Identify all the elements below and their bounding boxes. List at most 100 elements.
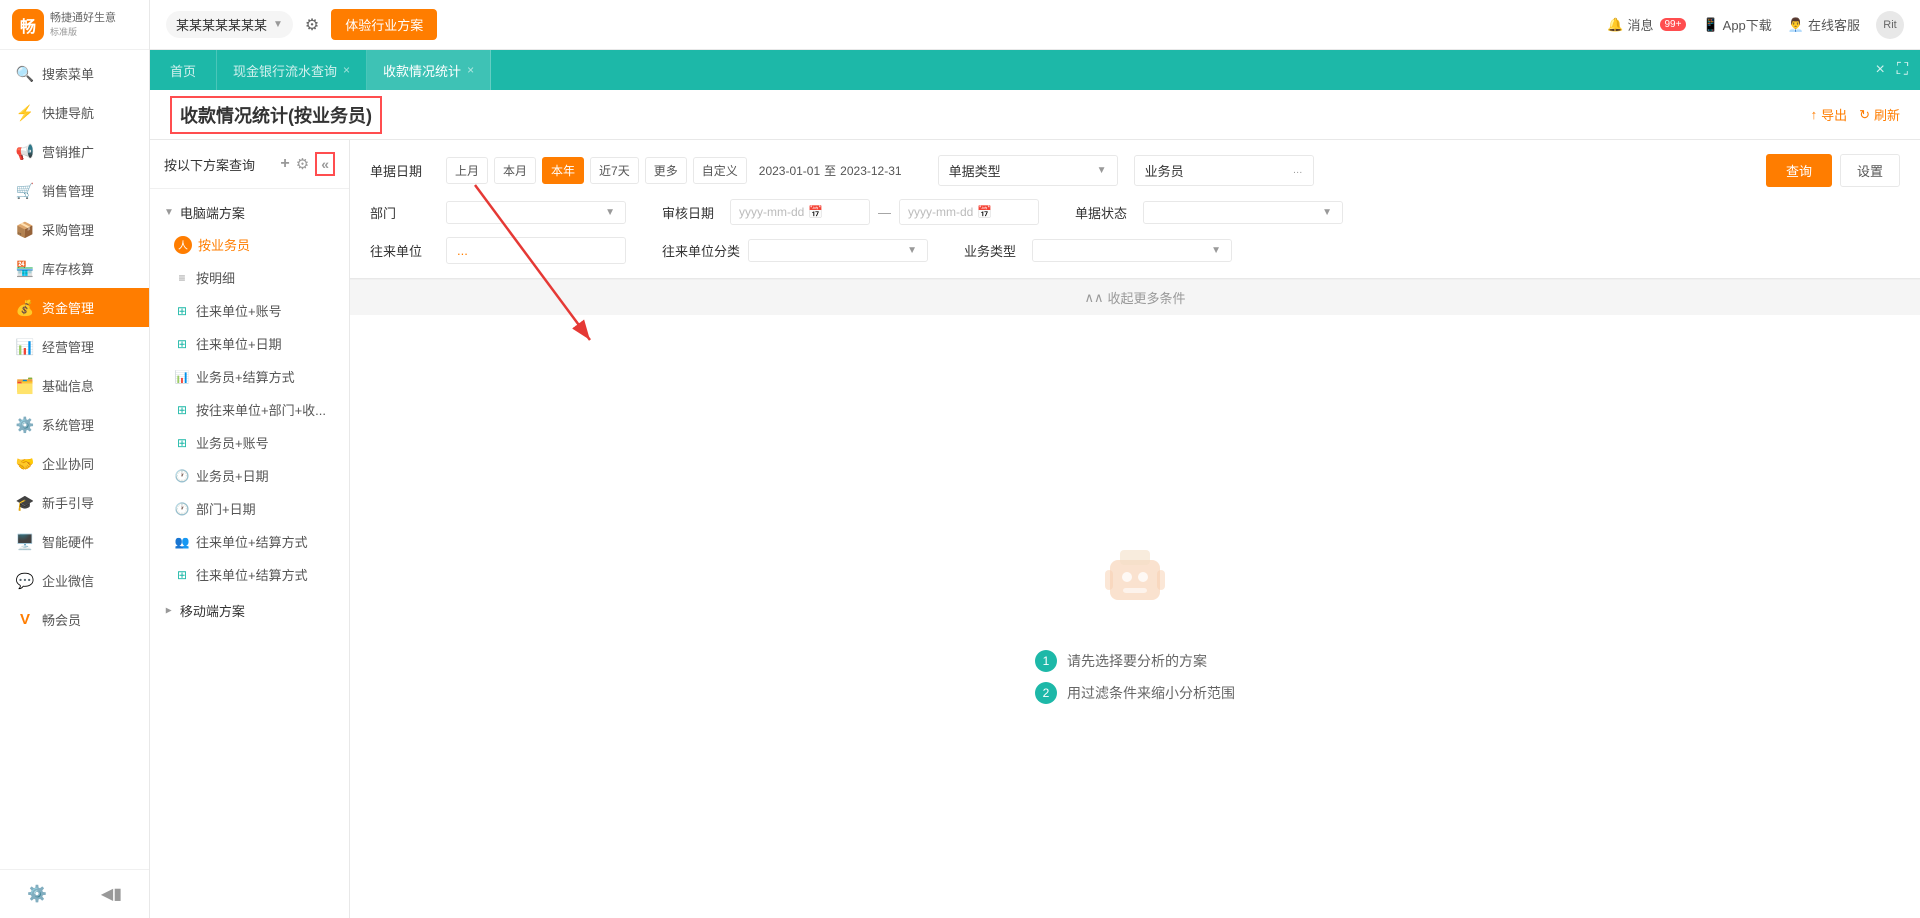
sidebar-item-wechat[interactable]: 💬 企业微信	[0, 561, 149, 600]
sidebar-item-quicknav[interactable]: ⚡ 快捷导航	[0, 93, 149, 132]
review-date-label: 审核日期	[662, 203, 722, 222]
detail-scheme-icon: ≡	[174, 270, 190, 286]
sidebar-item-guide[interactable]: 🎓 新手引导	[0, 483, 149, 522]
finance-icon: 💰	[16, 299, 34, 317]
date-btn-custom[interactable]: 自定义	[693, 157, 747, 184]
partner-category-select[interactable]: ▼	[748, 239, 928, 262]
tab-expand-icon[interactable]: ⛶	[1897, 61, 1908, 79]
scheme-salesperson-account[interactable]: ⊞ 业务员+账号	[150, 426, 349, 459]
scheme-label: 业务员+结算方式	[196, 367, 295, 386]
review-date-to-placeholder: yyyy-mm-dd	[908, 205, 973, 219]
tab-receipt[interactable]: 收款情况统计 ×	[367, 50, 491, 90]
scheme-salesperson-payment[interactable]: 📊 业务员+结算方式	[150, 360, 349, 393]
bill-type-label: 单据类型	[949, 161, 1001, 180]
business-type-dropdown-arrow-icon: ▼	[1211, 245, 1221, 256]
partner-category-label: 往来单位分类	[662, 241, 740, 260]
review-date-to[interactable]: yyyy-mm-dd 📅	[899, 199, 1039, 225]
filter-row-2: 部门 ▼ 审核日期 yyyy-mm-dd 📅 —	[370, 199, 1900, 225]
bill-type-select[interactable]: 单据类型 ▼	[938, 155, 1118, 186]
header-settings-icon[interactable]: ⚙	[305, 15, 319, 35]
query-button[interactable]: 查询	[1766, 154, 1832, 187]
partner-select[interactable]: ...	[446, 237, 626, 264]
tab-bank[interactable]: 现金银行流水查询 ×	[217, 50, 367, 90]
collapse-sidebar-btn[interactable]: ◀▮	[95, 878, 128, 910]
settings-button[interactable]: 设置	[1840, 154, 1900, 187]
sidebar-item-sales[interactable]: 🛒 销售管理	[0, 171, 149, 210]
sidebar-item-marketing[interactable]: 📢 营销推广	[0, 132, 149, 171]
sidebar-item-member[interactable]: V 畅会员	[0, 600, 149, 639]
business-type-select[interactable]: ▼	[1032, 239, 1232, 262]
trial-button[interactable]: 体验行业方案	[331, 9, 437, 40]
scheme-settings-icon[interactable]: ⚙	[296, 155, 309, 173]
date-btn-this-month[interactable]: 本月	[494, 157, 536, 184]
user-info[interactable]: 某某某某某某某 ▼	[166, 11, 293, 38]
marketing-icon: 📢	[16, 143, 34, 161]
dept-select[interactable]: ▼	[446, 201, 626, 224]
scheme-partner-dept-receipt[interactable]: ⊞ 按往来单位+部门+收...	[150, 393, 349, 426]
download-icon: 📱	[1702, 17, 1718, 33]
sidebar-item-system[interactable]: ⚙️ 系统管理	[0, 405, 149, 444]
online-service-btn[interactable]: 👨‍💼 在线客服	[1788, 15, 1860, 34]
date-btn-this-year[interactable]: 本年	[542, 157, 584, 184]
collapse-more-button[interactable]: ∧∧ 收起更多条件	[350, 279, 1920, 315]
scheme-by-salesperson[interactable]: 人 按业务员	[150, 228, 349, 261]
sidebar-item-label: 库存核算	[42, 259, 94, 278]
scheme-label: 往来单位+账号	[196, 301, 282, 320]
scheme-partner-payment1[interactable]: 👥 往来单位+结算方式	[150, 525, 349, 558]
date-btn-7days[interactable]: 近7天	[590, 157, 639, 184]
app-download-btn[interactable]: 📱 App下载	[1702, 15, 1771, 34]
review-date-from[interactable]: yyyy-mm-dd 📅	[730, 199, 870, 225]
sidebar-item-label: 智能硬件	[42, 532, 94, 551]
left-panel-actions: + ⚙ «	[280, 152, 335, 176]
sidebar-item-finance[interactable]: 💰 资金管理	[0, 288, 149, 327]
tab-home[interactable]: 首页	[150, 50, 217, 90]
scheme-partner-date[interactable]: ⊞ 往来单位+日期	[150, 327, 349, 360]
date-btn-last-month[interactable]: 上月	[446, 157, 488, 184]
page-body-wrapper: 按以下方案查询 + ⚙ « ▼ 电脑端方案	[150, 140, 1920, 918]
scheme-by-detail[interactable]: ≡ 按明细	[150, 261, 349, 294]
step-1-text: 请先选择要分析的方案	[1067, 651, 1207, 671]
tab-receipt-close-icon[interactable]: ×	[467, 63, 474, 77]
collapse-panel-button[interactable]: «	[315, 152, 335, 176]
empty-step-1: 1 请先选择要分析的方案	[1035, 650, 1235, 672]
sidebar-item-cooperation[interactable]: 🤝 企业协同	[0, 444, 149, 483]
wechat-icon: 💬	[16, 572, 34, 590]
settings-gear-btn[interactable]: ⚙️	[21, 878, 53, 910]
sidebar-item-hardware[interactable]: 🖥️ 智能硬件	[0, 522, 149, 561]
sidebar-item-label: 经营管理	[42, 337, 94, 356]
scheme-partner-payment2[interactable]: ⊞ 往来单位+结算方式	[150, 558, 349, 591]
logo-badge: 标准版	[50, 25, 116, 38]
hardware-icon: 🖥️	[16, 533, 34, 551]
scheme-partner-account[interactable]: ⊞ 往来单位+账号	[150, 294, 349, 327]
export-icon: ↑	[1811, 107, 1818, 122]
tab-bank-close-icon[interactable]: ×	[343, 63, 350, 77]
partner-more-icon[interactable]: ...	[457, 243, 468, 258]
search-icon: 🔍	[16, 65, 34, 83]
sidebar-item-purchase[interactable]: 📦 采购管理	[0, 210, 149, 249]
user-avatar[interactable]: Rit	[1876, 11, 1904, 39]
sidebar-item-basic[interactable]: 🗂️ 基础信息	[0, 366, 149, 405]
tab-close-all-icon[interactable]: ×	[1875, 61, 1884, 79]
system-icon: ⚙️	[16, 416, 34, 434]
empty-step-2: 2 用过滤条件来缩小分析范围	[1035, 682, 1235, 704]
business-type-label: 业务类型	[964, 241, 1024, 260]
sidebar-item-label: 新手引导	[42, 493, 94, 512]
notification-btn[interactable]: 🔔 消息 99+	[1607, 15, 1686, 34]
desktop-group-header[interactable]: ▼ 电脑端方案	[150, 197, 349, 228]
sidebar-item-operation[interactable]: 📊 经营管理	[0, 327, 149, 366]
add-scheme-button[interactable]: +	[280, 155, 289, 173]
mobile-group-header[interactable]: ▼ 移动端方案	[150, 595, 349, 626]
sidebar-item-search[interactable]: 🔍 搜索菜单	[0, 54, 149, 93]
date-btn-more[interactable]: 更多	[645, 157, 687, 184]
bill-status-select[interactable]: ▼	[1143, 201, 1343, 224]
refresh-button[interactable]: ↻ 刷新	[1859, 105, 1900, 124]
salesperson-select[interactable]: 业务员 …	[1134, 155, 1314, 186]
sidebar-item-inventory[interactable]: 🏪 库存核算	[0, 249, 149, 288]
quicknav-icon: ⚡	[16, 104, 34, 122]
dept-dropdown-arrow-icon: ▼	[605, 207, 615, 218]
export-button[interactable]: ↑ 导出	[1811, 105, 1848, 124]
scheme-salesperson-date[interactable]: 🕐 业务员+日期	[150, 459, 349, 492]
group-expand-arrow-icon: ▼	[164, 207, 174, 218]
salesperson-label: 业务员	[1145, 161, 1184, 180]
scheme-dept-date[interactable]: 🕐 部门+日期	[150, 492, 349, 525]
